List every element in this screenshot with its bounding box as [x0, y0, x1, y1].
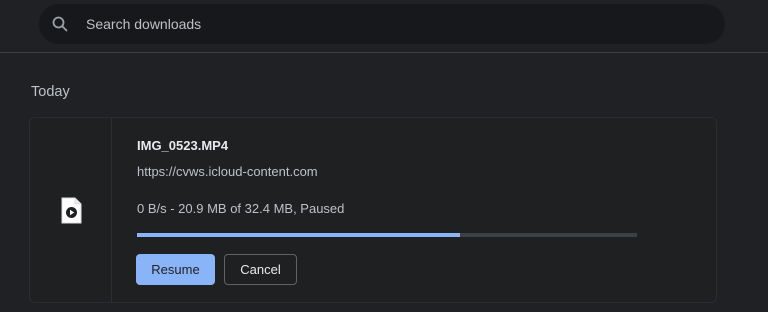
progress-bar-fill: [137, 233, 460, 237]
toolbar: [0, 0, 768, 53]
cancel-button[interactable]: Cancel: [224, 254, 297, 285]
resume-button[interactable]: Resume: [136, 254, 215, 285]
download-item: IMG_0523.MP4 https://cvws.icloud-content…: [29, 117, 717, 303]
download-status: 0 B/s - 20.9 MB of 32.4 MB, Paused: [137, 201, 345, 216]
source-url: https://cvws.icloud-content.com: [137, 164, 318, 179]
progress-bar: [137, 233, 637, 237]
search-input[interactable]: [84, 15, 688, 33]
file-name-link[interactable]: IMG_0523.MP4: [137, 138, 228, 153]
search-icon: [51, 15, 69, 33]
download-icon-column: [30, 118, 112, 302]
section-heading: Today: [31, 84, 70, 100]
video-file-icon: [61, 197, 82, 224]
search-bar[interactable]: [39, 4, 725, 44]
